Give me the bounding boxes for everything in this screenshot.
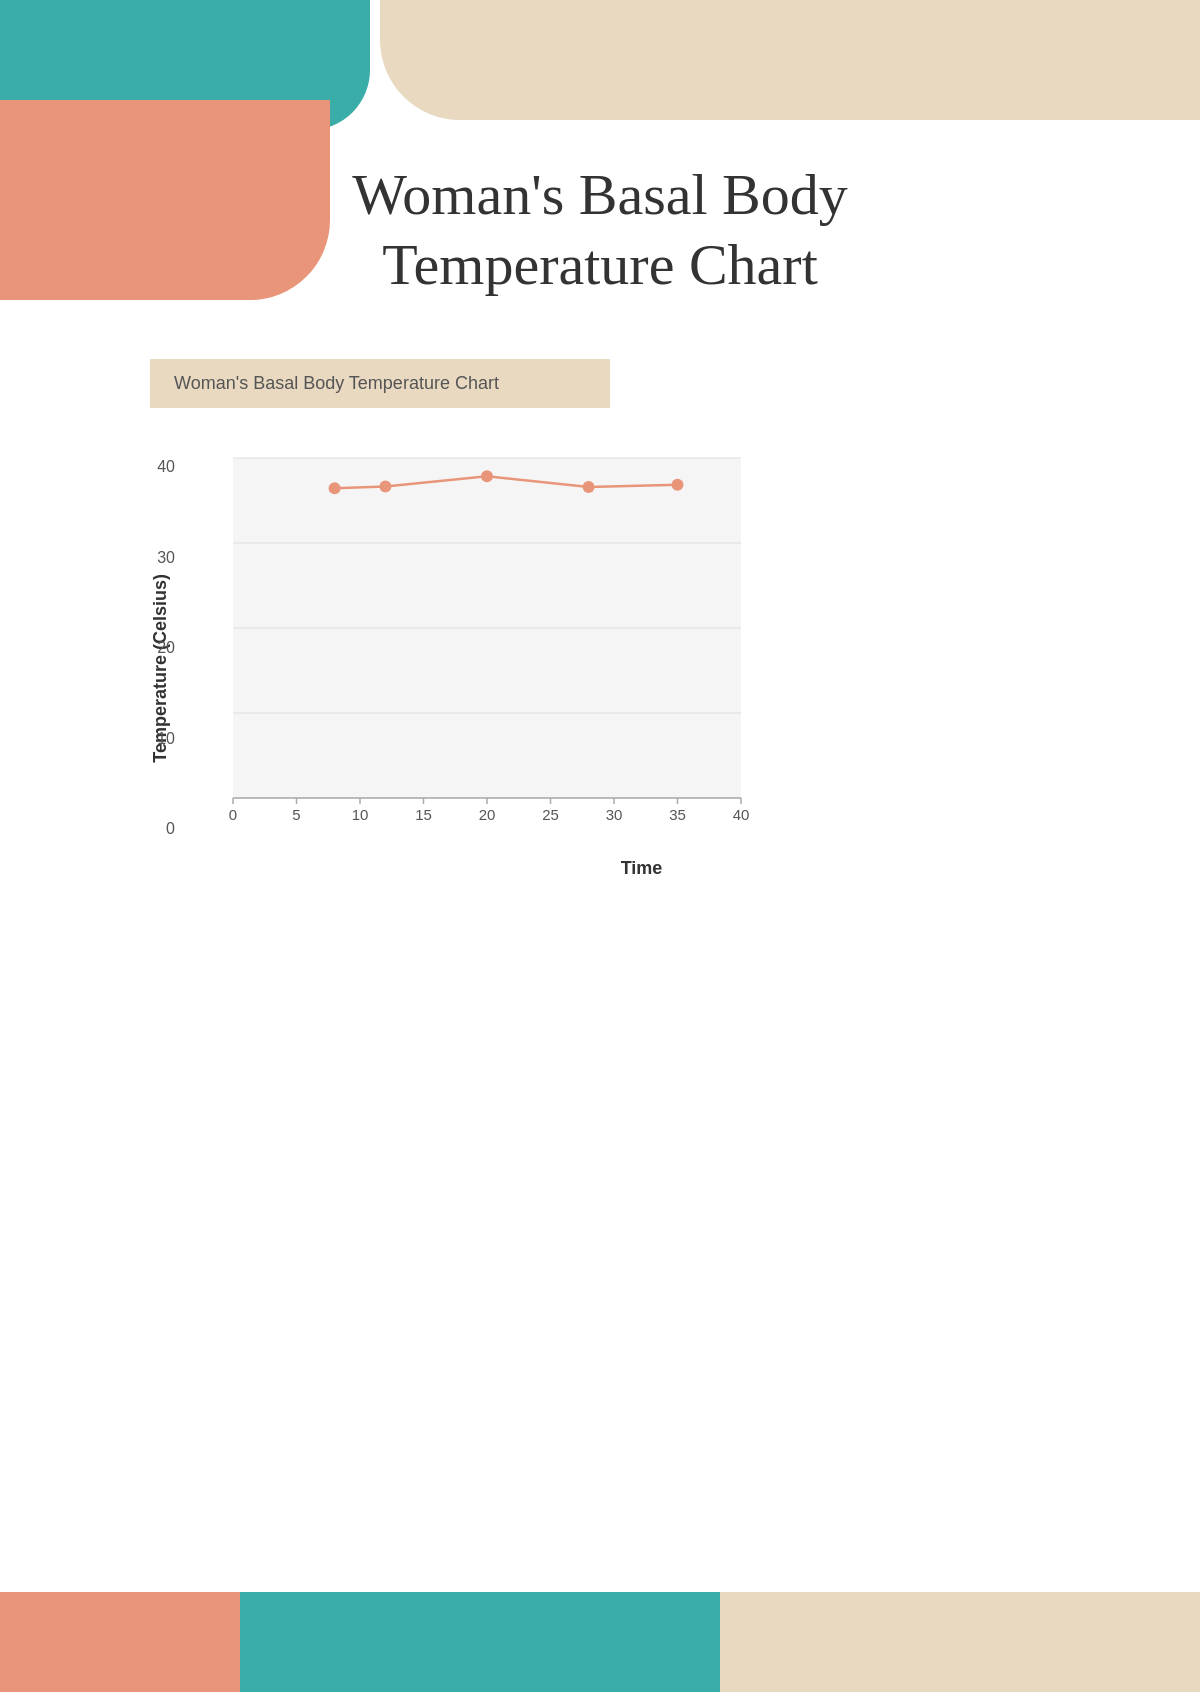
y-tick-30: 30 [131, 549, 175, 567]
data-point-5 [672, 479, 684, 491]
x-tick-label-10: 10 [352, 806, 369, 823]
y-tick-40: 40 [131, 458, 175, 476]
x-tick-label-20: 20 [479, 806, 496, 823]
legend-label: Woman's Basal Body Temperature Chart [174, 373, 499, 393]
x-tick-label-35: 35 [669, 806, 686, 823]
x-tick-label-30: 30 [606, 806, 623, 823]
y-tick-10: 10 [131, 730, 175, 748]
chart-area: 0 10 20 30 40 [181, 458, 1050, 879]
chart-svg: 0 5 10 15 20 [181, 458, 741, 838]
x-tick-label-25: 25 [542, 806, 559, 823]
y-tick-20: 20 [131, 639, 175, 657]
x-tick-label-40: 40 [733, 806, 750, 823]
y-tick-0: 0 [131, 820, 175, 838]
y-axis-ticks: 0 10 20 30 40 [131, 458, 175, 838]
page-title: Woman's Basal Body Temperature Chart [250, 160, 950, 299]
x-tick-label-15: 15 [415, 806, 432, 823]
chart-container: Temperature (Celsius) 0 10 20 30 40 [150, 458, 1050, 879]
x-tick-label-5: 5 [292, 806, 300, 823]
chart-legend: Woman's Basal Body Temperature Chart [150, 359, 610, 408]
data-point-4 [583, 481, 595, 493]
x-axis-label: Time [233, 858, 1050, 879]
x-tick-label-0: 0 [229, 806, 237, 823]
chart-inner: 0 10 20 30 40 [181, 458, 1050, 879]
data-point-3 [481, 471, 493, 483]
chart-svg-wrapper: 0 5 10 15 20 [181, 458, 1050, 842]
data-point-2 [379, 481, 391, 493]
data-point-1 [329, 482, 341, 494]
